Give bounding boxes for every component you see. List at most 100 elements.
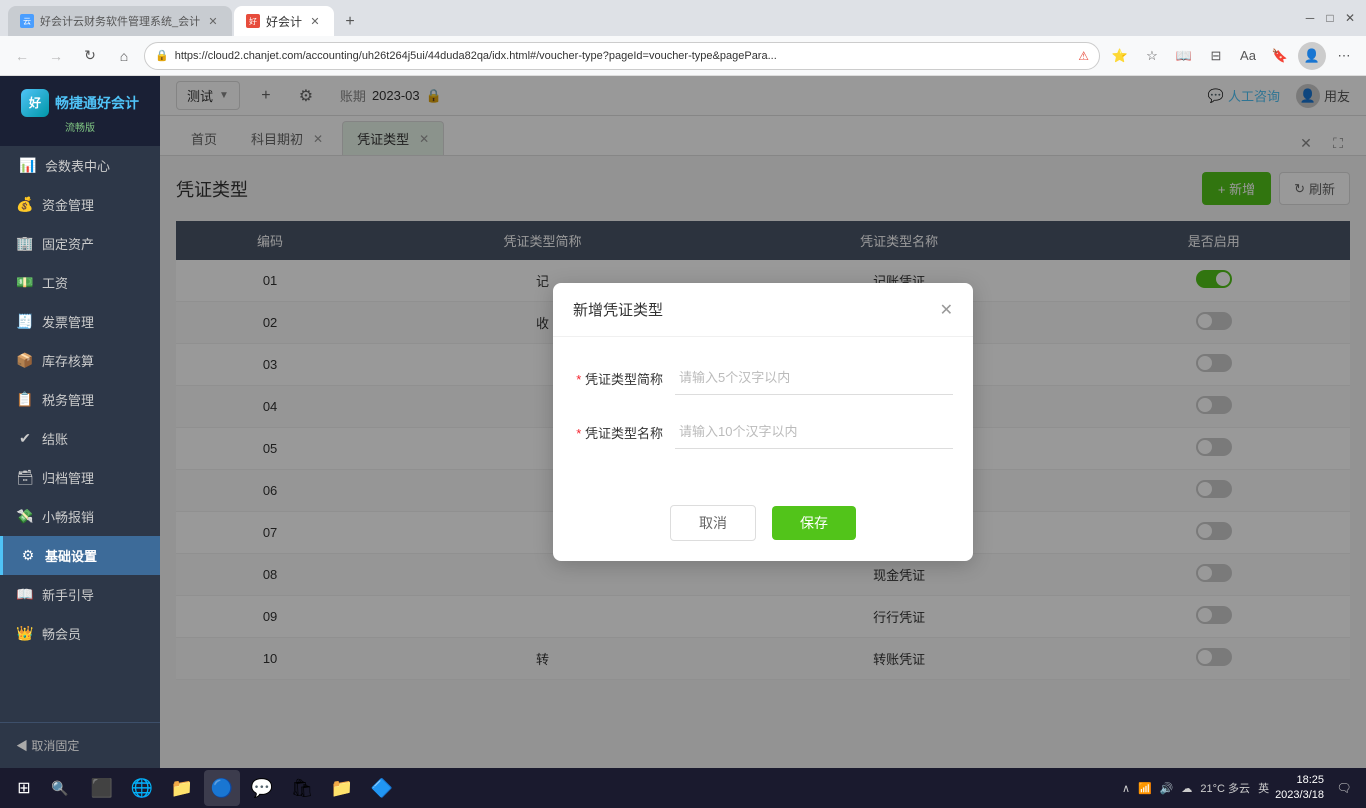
required-mark-name: * <box>576 426 581 441</box>
sidebar-item-checkout[interactable]: ✔ 结账 <box>0 419 160 458</box>
tax-icon: 📋 <box>16 391 34 409</box>
tab-close-1[interactable]: ✕ <box>206 14 220 28</box>
browser-tab-2[interactable]: 好 好会计 ✕ <box>234 6 334 36</box>
sidebar-label-invoice: 发票管理 <box>42 312 94 331</box>
home-button[interactable]: ⌂ <box>110 42 138 70</box>
time-display: 18:25 <box>1275 773 1324 788</box>
assets-icon: 🏢 <box>16 235 34 253</box>
immersive-reader-button[interactable]: Aa <box>1234 42 1262 70</box>
sidebar-logo: 好 畅捷通好会计 流畅版 <box>0 76 160 146</box>
dialog-close-button[interactable]: ✕ <box>940 300 953 320</box>
sidebar-item-assets[interactable]: 🏢 固定资产 <box>0 224 160 263</box>
name-input[interactable] <box>675 415 953 449</box>
back-button[interactable]: ← <box>8 42 36 70</box>
cancel-button[interactable]: 取消 <box>670 505 756 541</box>
sidebar-item-settings[interactable]: ⚙ 基础设置 <box>0 536 160 575</box>
browser-taskbar-button[interactable]: 🌐 <box>124 770 160 806</box>
profile-button[interactable]: 👤 <box>1298 42 1326 70</box>
abbr-label: * 凭证类型简称 <box>573 369 663 388</box>
abbr-input[interactable] <box>675 361 953 395</box>
search-button[interactable]: 🔍 <box>44 772 76 804</box>
edge-button[interactable]: 🔷 <box>364 770 400 806</box>
required-mark-abbr: * <box>576 372 581 387</box>
notification-button[interactable]: 🗨 <box>1330 774 1358 802</box>
wechat-button[interactable]: 💬 <box>244 770 280 806</box>
sidebar-label-settings: 基础设置 <box>45 546 97 565</box>
close-button[interactable]: ✕ <box>1342 10 1358 26</box>
volume-icon: 🔊 <box>1160 782 1174 795</box>
sidebar-item-invoice[interactable]: 🧾 发票管理 <box>0 302 160 341</box>
sidebar-label-funds: 资金管理 <box>42 195 94 214</box>
forward-button[interactable]: → <box>42 42 70 70</box>
reading-icon: ⚠ <box>1078 49 1089 63</box>
taskbar: ⊞ 🔍 ⬛ 🌐 📁 🔵 💬 🛍 📁 🔷 ∧ 📶 🔊 ☁ 21°C 多云 英 18… <box>0 768 1366 808</box>
sidebar-label-dashboard: 会数表中心 <box>45 156 110 175</box>
sidebar-item-tax[interactable]: 📋 税务管理 <box>0 380 160 419</box>
form-group-name: * 凭证类型名称 <box>573 415 953 449</box>
sidebar-menu: 📊 会数表中心 💰 资金管理 🏢 固定资产 💵 工资 🧾 发票管理 📦 <box>0 146 160 722</box>
chrome-button[interactable]: 🔵 <box>204 770 240 806</box>
checkout-icon: ✔ <box>16 430 34 448</box>
dialog-overlay: 新增凭证类型 ✕ * 凭证类型简称 * 凭证类型名称 <box>160 76 1366 768</box>
right-panel: 测试 ▼ + ⚙ 账期 2023-03 🔒 💬 人工咨询 👤 用友 <box>160 76 1366 768</box>
form-group-abbr: * 凭证类型简称 <box>573 361 953 395</box>
cancel-fixed-label: ◀ 取消固定 <box>16 737 79 754</box>
logo-icon: 好 <box>21 89 49 117</box>
name-label: * 凭证类型名称 <box>573 423 663 442</box>
settings-icon: ⚙ <box>19 547 37 565</box>
browser-actions: ⭐ ☆ 📖 ⊟ Aa 🔖 👤 ⋯ <box>1106 42 1358 70</box>
dialog-header: 新增凭证类型 ✕ <box>553 283 973 337</box>
app-wrapper: 好 畅捷通好会计 流畅版 📊 会数表中心 💰 资金管理 🏢 固定资产 💵 工资 <box>0 76 1366 768</box>
tab-close-2[interactable]: ✕ <box>308 14 322 28</box>
minimize-button[interactable]: ─ <box>1302 10 1318 26</box>
start-button[interactable]: ⊞ <box>8 772 40 804</box>
archive-icon: 🗃 <box>16 469 34 487</box>
taskbar-time: 18:25 2023/3/18 <box>1275 773 1324 804</box>
maximize-button[interactable]: □ <box>1322 10 1338 26</box>
url-bar[interactable]: 🔒 https://cloud2.chanjet.com/accounting/… <box>144 42 1100 70</box>
settings-button[interactable]: ⋯ <box>1330 42 1358 70</box>
tab-title-1: 好会计云财务软件管理系统_会计 <box>40 13 200 29</box>
browser-title-bar: 云 好会计云财务软件管理系统_会计 ✕ 好 好会计 ✕ + ─ □ ✕ <box>0 0 1366 36</box>
explorer-button[interactable]: 📁 <box>164 770 200 806</box>
chevron-up-icon[interactable]: ∧ <box>1122 782 1130 795</box>
sidebar-item-dashboard[interactable]: 📊 会数表中心 <box>0 146 160 185</box>
date-display: 2023/3/18 <box>1275 788 1324 803</box>
new-voucher-dialog: 新增凭证类型 ✕ * 凭证类型简称 * 凭证类型名称 <box>553 283 973 561</box>
sidebar-item-guide[interactable]: 📖 新手引导 <box>0 575 160 614</box>
cancel-fixed-button[interactable]: ◀ 取消固定 <box>16 731 144 760</box>
extensions-button[interactable]: ⭐ <box>1106 42 1134 70</box>
invoice-icon: 🧾 <box>16 313 34 331</box>
taskbar-icons: ⬛ 🌐 📁 🔵 💬 🛍 📁 🔷 <box>84 770 400 806</box>
sidebar: 好 畅捷通好会计 流畅版 📊 会数表中心 💰 资金管理 🏢 固定资产 💵 工资 <box>0 76 160 768</box>
taskbar-btn5[interactable]: 📁 <box>324 770 360 806</box>
refresh-button[interactable]: ↻ <box>76 42 104 70</box>
dialog-title: 新增凭证类型 <box>573 299 663 320</box>
reading-mode-button[interactable]: 📖 <box>1170 42 1198 70</box>
sidebar-item-salary[interactable]: 💵 工资 <box>0 263 160 302</box>
sidebar-label-salary: 工资 <box>42 273 68 292</box>
save-button[interactable]: 保存 <box>772 506 856 540</box>
favorites-button[interactable]: ☆ <box>1138 42 1166 70</box>
weather-temp: 21°C 多云 <box>1200 780 1250 796</box>
new-tab-button[interactable]: + <box>336 8 364 36</box>
sidebar-item-expense[interactable]: 💸 小畅报销 <box>0 497 160 536</box>
logo-text: 畅捷通好会计 <box>55 93 139 113</box>
sys-tray: ∧ 📶 🔊 ☁ 21°C 多云 英 <box>1122 780 1269 796</box>
sidebar-label-assets: 固定资产 <box>42 234 94 253</box>
lang-indicator[interactable]: 英 <box>1258 780 1269 796</box>
dialog-body: * 凭证类型简称 * 凭证类型名称 <box>553 337 973 493</box>
split-view-button[interactable]: ⊟ <box>1202 42 1230 70</box>
sidebar-item-inventory[interactable]: 📦 库存核算 <box>0 341 160 380</box>
sidebar-item-archive[interactable]: 🗃 归档管理 <box>0 458 160 497</box>
browser-tab-1[interactable]: 云 好会计云财务软件管理系统_会计 ✕ <box>8 6 232 36</box>
store-button[interactable]: 🛍 <box>284 770 320 806</box>
weather-icon: ☁ <box>1181 782 1192 795</box>
taskview-button[interactable]: ⬛ <box>84 770 120 806</box>
url-text: https://cloud2.chanjet.com/accounting/uh… <box>175 50 1073 62</box>
add-to-fav-button[interactable]: 🔖 <box>1266 42 1294 70</box>
sidebar-label-guide: 新手引导 <box>42 585 94 604</box>
sidebar-item-member[interactable]: 👑 畅会员 <box>0 614 160 653</box>
sidebar-item-funds[interactable]: 💰 资金管理 <box>0 185 160 224</box>
lock-icon: 🔒 <box>155 49 169 62</box>
